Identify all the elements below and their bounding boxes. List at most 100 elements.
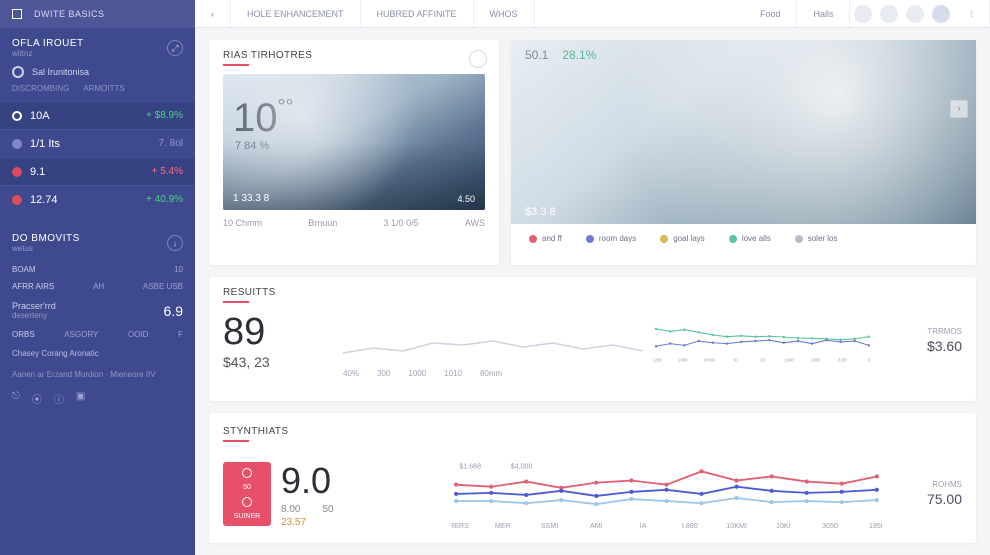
card-c-title: RESUITTS <box>223 287 962 298</box>
svg-text:1009: 1009 <box>811 357 821 362</box>
metric-icon <box>12 167 22 177</box>
panel-a-title: OFLA IROUET <box>12 38 84 49</box>
footer-icon[interactable]: ⓘ <box>54 391 64 406</box>
metric-icon <box>12 111 22 121</box>
metric-delta: + 5.4% <box>152 166 183 177</box>
legend-item[interactable]: room days <box>586 234 636 243</box>
panel-a-sub: wittnz <box>12 49 84 58</box>
chat-icon[interactable] <box>880 5 898 23</box>
legend-item[interactable]: love alls <box>729 234 771 243</box>
card-d-mid: 9.0 8.00 50 23.57 <box>281 460 441 528</box>
footer-icon[interactable]: ▣ <box>76 391 85 406</box>
panel-b-icons: ⎋ ⦿ ⓘ ▣ <box>0 385 195 412</box>
metric-row[interactable]: 12.74 + 40.9% <box>0 185 195 213</box>
brand-name: DWITE BASICS <box>34 9 105 19</box>
svg-text:$1.668: $1.668 <box>459 462 481 470</box>
footer-icon[interactable]: ⦿ <box>32 391 42 406</box>
footer-icon[interactable]: ⎋ <box>12 391 20 406</box>
card-synth: STYNTHIATS 50 SUINER 9.0 8.00 50 23.57 <box>209 413 976 543</box>
title-underline <box>223 64 249 66</box>
panel-b-row3: ORBS ASGORY OOID F <box>0 326 195 343</box>
down-icon[interactable]: ↓ <box>167 235 183 251</box>
svg-text:IA: IA <box>640 522 647 530</box>
chevron-right-icon[interactable]: › <box>950 100 968 118</box>
bell-icon[interactable] <box>906 5 924 23</box>
main: ‹ HOLE ENHANCEMENT HUBRED AFFINITE WHOS … <box>195 0 990 555</box>
svg-text:I 880: I 880 <box>682 522 698 530</box>
wide-bl: $3.3 8 <box>525 206 556 218</box>
topnav-item[interactable]: WHOS <box>474 0 535 27</box>
hero-sub: 7 84 % <box>235 140 269 152</box>
pill-icon <box>242 468 252 478</box>
user-icon[interactable] <box>854 5 872 23</box>
pill-selector[interactable]: 50 SUINER <box>223 462 271 526</box>
wide-tl: 50.1 28.1% <box>525 48 596 62</box>
hero-image: 10°° 7 84 % 1 33.3 8 4.50 <box>223 74 485 210</box>
topnav-item[interactable]: HUBRED AFFINITE <box>361 0 474 27</box>
panel-a-tabs: DISCROMBING ARMOITTS <box>12 84 183 93</box>
sparkline-small <box>343 303 643 363</box>
panel-b-title: DO BMOVITS <box>12 233 80 244</box>
topnav-right[interactable]: Halls <box>797 0 850 27</box>
legend-item[interactable]: soler los <box>795 234 838 243</box>
svg-text:3050: 3050 <box>822 522 838 530</box>
title-underline <box>223 440 249 442</box>
brand-bar: DWITE BASICS <box>0 0 195 28</box>
svg-text:9: 9 <box>868 357 871 362</box>
expand-icon[interactable]: ⤢ <box>167 40 183 56</box>
metric-delta: + $8.9% <box>146 110 183 121</box>
radio-label: Sal Irunitonisa <box>32 67 89 77</box>
legend-item[interactable]: goal lays <box>660 234 705 243</box>
legend-dot-icon <box>529 235 537 243</box>
metric-value: 12.74 <box>30 194 58 206</box>
topbar: ‹ HOLE ENHANCEMENT HUBRED AFFINITE WHOS … <box>195 0 990 28</box>
card-d-right-val: 75.00 <box>892 491 962 507</box>
panel-b-note2: Aanen ar Erzand Murdion · Mieneore IIV <box>0 364 195 385</box>
svg-text:$4,000: $4,000 <box>511 462 533 470</box>
topnav-item[interactable]: HOLE ENHANCEMENT <box>231 0 361 27</box>
cloud-icon[interactable] <box>932 5 950 23</box>
metric-delta: 7. 8ol <box>159 138 183 149</box>
panel-b-bigrow: Pracser'rrd deserteny 6.9 <box>0 295 195 326</box>
panel-a-radio[interactable]: Sal Irunitonisa <box>12 66 183 78</box>
brand-glyph-icon <box>12 9 22 19</box>
panel-b-note1: Chasey Corang Aronatic <box>0 343 195 364</box>
card-d-right-label: ROHMS <box>892 480 962 489</box>
sidebar: DWITE BASICS OFLA IROUET wittnz ⤢ Sal Ir… <box>0 0 195 555</box>
card-d-title: STYNTHIATS <box>223 426 962 437</box>
sidebar-panel-a-header: OFLA IROUET wittnz ⤢ Sal Irunitonisa DIS… <box>0 28 195 101</box>
card-wide: 50.1 28.1% $3.3 8 › and ff room days goal … <box>511 40 976 265</box>
svg-text:10: 10 <box>760 357 765 362</box>
clock-icon[interactable] <box>469 50 487 68</box>
svg-text:11200: 11200 <box>653 357 662 362</box>
svg-text:MER: MER <box>495 522 511 530</box>
svg-text:AMI: AMI <box>590 522 603 530</box>
metric-row[interactable]: 9.1 + 5.4% <box>0 157 195 185</box>
chart-results: 112001000IOVM0110100010098:009 <box>653 320 872 363</box>
metric-delta: + 40.9% <box>146 194 183 205</box>
metric-row[interactable]: 10A+ $8.9% <box>0 101 195 129</box>
metric-icon <box>12 195 22 205</box>
more-icon[interactable]: ⁞ <box>954 0 990 27</box>
results-big: 89 <box>223 311 333 354</box>
topnav-right[interactable]: Food <box>744 0 798 27</box>
card-a-footer: 10 Chmm Brnuun 3 1/0 0/5 AWS <box>223 218 485 228</box>
hero-br: 4.50 <box>457 194 475 204</box>
back-button[interactable]: ‹ <box>195 0 231 27</box>
pill-icon <box>242 497 252 507</box>
metric-value: 1/1 Its <box>30 138 60 150</box>
metric-value: 9.1 <box>30 166 45 178</box>
radio-icon <box>12 66 24 78</box>
metric-row[interactable]: 1/1 Its 7. 8ol <box>0 129 195 157</box>
panel-a-tab[interactable]: DISCROMBING <box>12 84 69 93</box>
panel-a-tab[interactable]: ARMOITTS <box>83 84 124 93</box>
sidebar-panel-b-header: DO BMOVITS wetus ↓ <box>0 223 195 261</box>
legend-item[interactable]: and ff <box>529 234 562 243</box>
card-a-title: RIAS TIRHOTRES <box>223 50 485 61</box>
legend: and ff room days goal lays love alls soler l… <box>511 224 976 243</box>
svg-text:1000: 1000 <box>678 357 688 362</box>
legend-dot-icon <box>660 235 668 243</box>
panel-b-row2: AFRR AIRS AH ASBE USB <box>0 278 195 295</box>
legend-dot-icon <box>586 235 594 243</box>
svg-text:1000: 1000 <box>784 357 794 362</box>
